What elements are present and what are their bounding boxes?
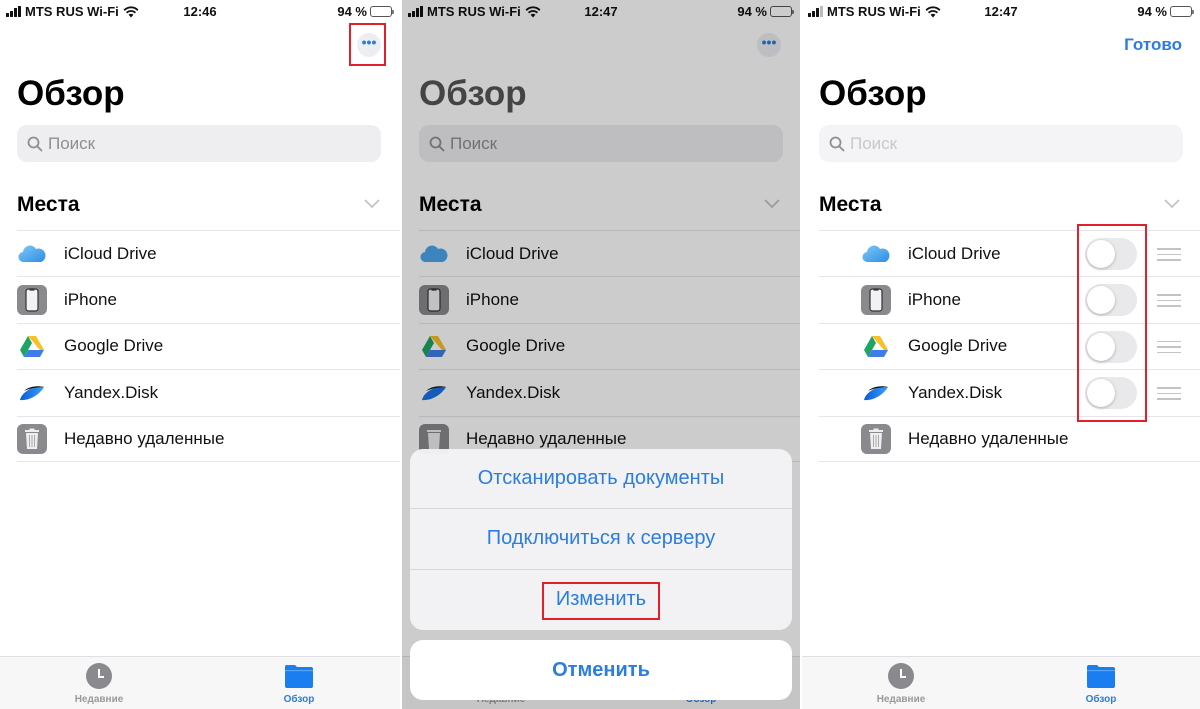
visibility-toggle[interactable]	[1085, 377, 1137, 410]
google-drive-icon	[861, 331, 891, 361]
action-sheet-cancel: Отменить	[410, 640, 792, 700]
reorder-handle-icon[interactable]	[1157, 248, 1181, 265]
yandex-disk-icon	[861, 378, 891, 408]
more-options-button[interactable]: •••	[357, 33, 381, 57]
location-label: Yandex.Disk	[908, 382, 1003, 402]
location-label: Google Drive	[64, 336, 164, 356]
battery-icon	[370, 6, 394, 17]
battery-percent: 94 %	[337, 4, 367, 19]
reorder-handle-icon[interactable]	[1157, 387, 1181, 404]
clock-icon	[86, 663, 112, 689]
screen-browse-edit: MTS RUS Wi-Fi 12:47 94 % Готово Обзор По…	[802, 0, 1200, 709]
location-label: Недавно удаленные	[64, 428, 225, 448]
tab-label: Недавние	[74, 694, 124, 705]
screen-browse: MTS RUS Wi-Fi 12:46 94 % ••• Обзор Поиск…	[0, 0, 400, 709]
location-item-google-drive[interactable]: Google Drive	[17, 322, 400, 369]
location-item-iphone: iPhone	[819, 276, 1200, 322]
tab-label: Обзор	[283, 694, 315, 705]
location-item-yandex-disk[interactable]: Yandex.Disk	[17, 369, 400, 415]
tab-browse[interactable]: Обзор	[1041, 663, 1161, 705]
status-bar: MTS RUS Wi-Fi 12:46 94 %	[0, 0, 400, 22]
location-label: Недавно удаленные	[908, 428, 1069, 448]
visibility-toggle[interactable]	[1085, 238, 1137, 270]
cancel-button[interactable]: Отменить	[410, 640, 792, 700]
reorder-handle-icon[interactable]	[1157, 294, 1181, 311]
google-drive-icon	[17, 331, 47, 361]
battery-icon	[1170, 6, 1194, 17]
trash-icon	[861, 423, 891, 454]
folder-icon	[1087, 665, 1115, 688]
action-sheet: Отсканировать документы Подключиться к с…	[410, 449, 792, 630]
tab-recents[interactable]: Недавние	[39, 663, 159, 705]
visibility-toggle[interactable]	[1085, 284, 1137, 317]
battery-percent: 94 %	[1137, 4, 1167, 19]
status-bar: MTS RUS Wi-Fi 12:47 94 %	[802, 0, 1200, 22]
edit-option[interactable]: Изменить	[410, 570, 792, 630]
scan-documents-option[interactable]: Отсканировать документы	[410, 449, 792, 510]
search-placeholder: Поиск	[48, 133, 96, 153]
icloud-icon	[861, 239, 891, 269]
location-label: Yandex.Disk	[64, 382, 159, 402]
location-label: iCloud Drive	[64, 243, 157, 263]
location-item-icloud: iCloud Drive	[819, 230, 1200, 276]
connect-to-server-option[interactable]: Подключиться к серверу	[410, 509, 792, 570]
tab-browse[interactable]: Обзор	[239, 663, 359, 705]
section-title: Места	[17, 193, 80, 216]
location-label: Google Drive	[908, 336, 1008, 356]
location-item-google-drive: Google Drive	[819, 322, 1200, 369]
search-placeholder: Поиск	[850, 133, 898, 153]
chevron-down-icon[interactable]	[364, 199, 380, 209]
location-label: iPhone	[908, 290, 961, 310]
page-title: Обзор	[819, 74, 927, 113]
section-title: Места	[819, 193, 882, 216]
iphone-icon	[861, 285, 891, 316]
screen-browse-action-sheet: MTS RUS Wi-Fi 12:47 94 % ••• Обзор Поиск…	[402, 0, 800, 709]
location-item-icloud[interactable]: iCloud Drive	[17, 230, 400, 276]
tab-recents[interactable]: Недавние	[841, 663, 961, 705]
yandex-disk-icon	[17, 378, 47, 408]
search-icon	[27, 136, 43, 151]
location-item-iphone[interactable]: iPhone	[17, 276, 400, 322]
trash-icon	[17, 423, 47, 454]
location-item-recently-deleted: Недавно удаленные	[819, 415, 1200, 462]
tab-bar: Недавние Обзор	[802, 656, 1200, 709]
icloud-icon	[17, 239, 47, 269]
tab-label: Обзор	[1085, 694, 1117, 705]
location-item-yandex-disk: Yandex.Disk	[819, 369, 1200, 415]
page-title: Обзор	[17, 74, 125, 113]
search-input[interactable]: Поиск	[17, 125, 381, 162]
locations-section-header[interactable]: Места	[17, 193, 383, 223]
locations-list: iCloud Drive iPhone Google Drive Yandex.…	[17, 230, 400, 462]
chevron-down-icon[interactable]	[1164, 199, 1180, 209]
folder-icon	[285, 665, 313, 688]
done-button[interactable]: Готово	[1124, 35, 1182, 55]
search-input: Поиск	[819, 125, 1183, 162]
location-item-recently-deleted[interactable]: Недавно удаленные	[17, 415, 400, 462]
search-icon	[829, 136, 845, 151]
tab-label: Недавние	[876, 694, 926, 705]
location-label: iCloud Drive	[908, 243, 1001, 263]
locations-list: iCloud Drive iPhone Google Drive Yandex.…	[819, 230, 1200, 462]
location-label: iPhone	[64, 290, 117, 310]
reorder-handle-icon[interactable]	[1157, 340, 1181, 358]
visibility-toggle[interactable]	[1085, 330, 1137, 363]
locations-section-header[interactable]: Места	[819, 193, 1183, 223]
tab-bar: Недавние Обзор	[0, 656, 400, 709]
iphone-icon	[17, 285, 47, 316]
clock-icon	[888, 663, 914, 689]
